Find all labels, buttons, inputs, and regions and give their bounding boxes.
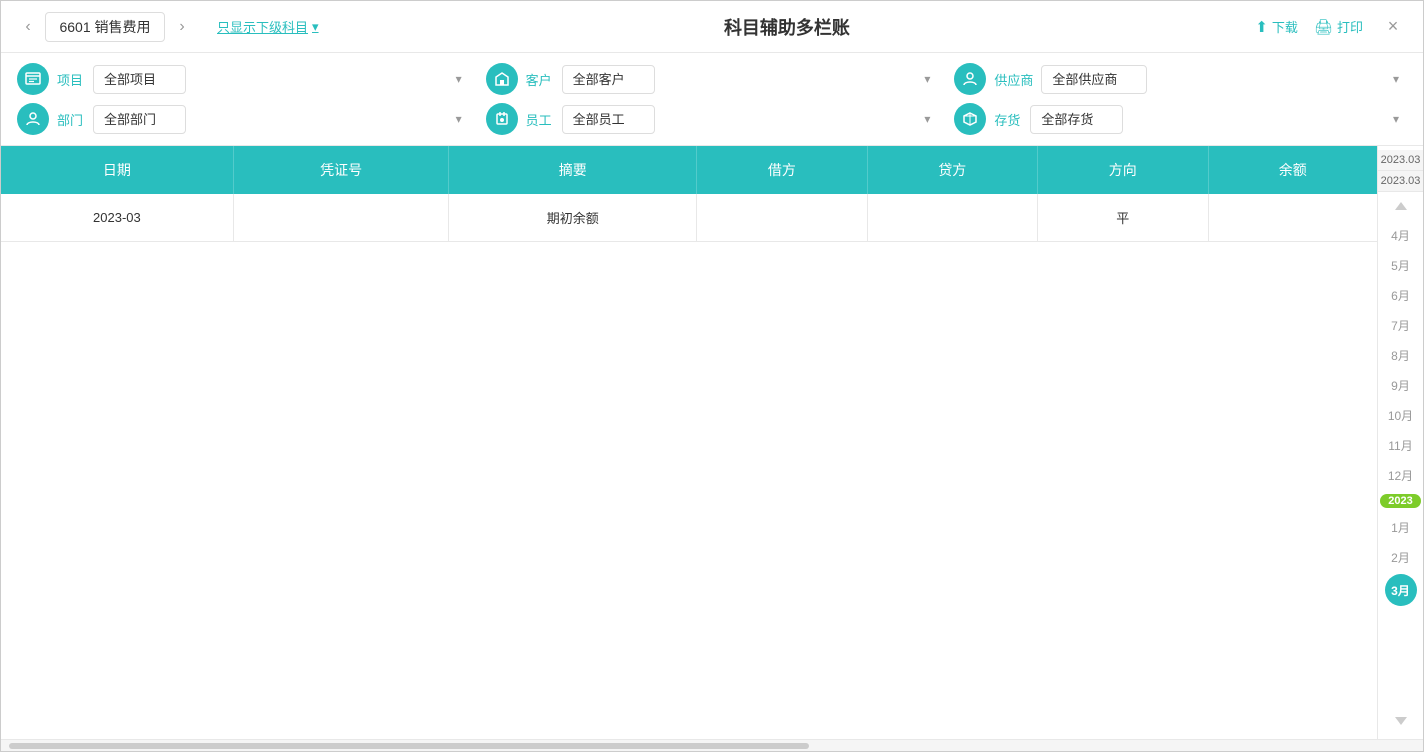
data-table: 日期 凭证号 摘要 借方 贷方 方向 余额 2023-03 期初余额 平 — [1, 146, 1377, 242]
col-voucher: 凭证号 — [233, 146, 449, 194]
filter-customer: 客户 全部客户 — [486, 63, 939, 95]
filter-inventory: 存货 全部存货 — [954, 103, 1407, 135]
filter-area: 项目 全部项目 客户 全部客户 — [1, 53, 1423, 146]
month-item[interactable]: 12月 — [1378, 460, 1423, 490]
month-item[interactable]: 2月 — [1378, 542, 1423, 572]
account-nav: ‹ 6601 销售费用 › — [17, 12, 193, 42]
project-select-wrap: 全部项目 — [93, 65, 470, 94]
table-header-row: 日期 凭证号 摘要 借方 贷方 方向 余额 — [1, 146, 1377, 194]
print-icon: 🖨 — [1314, 18, 1333, 36]
month-item-active[interactable]: 3月 — [1385, 574, 1417, 606]
month-item[interactable]: 9月 — [1378, 370, 1423, 400]
employee-icon — [486, 103, 518, 135]
inventory-icon — [954, 103, 986, 135]
month-item[interactable]: 8月 — [1378, 340, 1423, 370]
cell-balance — [1208, 194, 1377, 242]
chevron-down-icon: ▾ — [312, 19, 319, 35]
col-credit: 贷方 — [867, 146, 1037, 194]
dept-select[interactable]: 全部部门 — [93, 105, 186, 134]
sidebar-scroll-down[interactable] — [1383, 707, 1419, 735]
month-item[interactable]: 4月 — [1378, 220, 1423, 250]
employee-select-wrap: 全部员工 — [562, 105, 939, 134]
download-button[interactable]: ⬆ 下载 — [1255, 17, 1298, 36]
employee-select[interactable]: 全部员工 — [562, 105, 655, 134]
top-actions: ⬆ 下载 🖨 打印 — [1255, 17, 1363, 36]
cell-credit — [867, 194, 1037, 242]
month-item[interactable]: 6月 — [1378, 280, 1423, 310]
account-code-label: 6601 销售费用 — [45, 12, 165, 42]
sidebar-scroll-up[interactable] — [1383, 192, 1419, 220]
supplier-label: 供应商 — [994, 70, 1033, 89]
inventory-select[interactable]: 全部存货 — [1030, 105, 1123, 134]
cell-voucher — [233, 194, 449, 242]
sidebar-header-2[interactable]: 2023.03 — [1378, 171, 1423, 192]
customer-select[interactable]: 全部客户 — [562, 65, 655, 94]
project-icon — [17, 63, 49, 95]
show-sub-select[interactable]: 只显示下级科目 ▾ — [217, 17, 319, 36]
cell-direction: 平 — [1038, 194, 1208, 242]
table-row[interactable]: 2023-03 期初余额 平 — [1, 194, 1377, 242]
supplier-icon — [954, 63, 986, 95]
filter-row-2: 部门 全部部门 员工 — [17, 103, 1407, 135]
cell-date: 2023-03 — [1, 194, 233, 242]
prev-account-button[interactable]: ‹ — [17, 16, 39, 38]
supplier-select[interactable]: 全部供应商 — [1041, 65, 1147, 94]
dept-label: 部门 — [57, 110, 85, 129]
dept-icon — [17, 103, 49, 135]
download-label: 下载 — [1272, 17, 1298, 36]
print-button[interactable]: 🖨 打印 — [1314, 17, 1363, 36]
dept-select-wrap: 全部部门 — [93, 105, 470, 134]
close-button[interactable]: × — [1379, 13, 1407, 41]
show-sub-label: 只显示下级科目 — [217, 17, 308, 36]
month-list: 4月5月6月7月8月9月10月11月12月 2023 1月2月3月 — [1378, 220, 1423, 707]
print-label: 打印 — [1337, 17, 1363, 36]
month-item[interactable]: 1月 — [1378, 512, 1423, 542]
project-select[interactable]: 全部项目 — [93, 65, 186, 94]
col-summary: 摘要 — [449, 146, 697, 194]
top-bar: ‹ 6601 销售费用 › 只显示下级科目 ▾ 科目辅助多栏账 ⬆ 下载 🖨 打… — [1, 1, 1423, 53]
employee-label: 员工 — [526, 110, 554, 129]
inventory-label: 存货 — [994, 110, 1022, 129]
filter-project: 项目 全部项目 — [17, 63, 470, 95]
right-sidebar: 2023.03 2023.03 4月5月6月7月8月9月10月11月12月 202… — [1377, 146, 1423, 739]
customer-icon — [486, 63, 518, 95]
month-item[interactable]: 5月 — [1378, 250, 1423, 280]
filter-supplier: 供应商 全部供应商 — [954, 63, 1407, 95]
project-label: 项目 — [57, 70, 85, 89]
filter-dept: 部门 全部部门 — [17, 103, 470, 135]
month-item[interactable]: 10月 — [1378, 400, 1423, 430]
month-item[interactable]: 7月 — [1378, 310, 1423, 340]
filter-row-1: 项目 全部项目 客户 全部客户 — [17, 63, 1407, 95]
customer-select-wrap: 全部客户 — [562, 65, 939, 94]
table-area[interactable]: 日期 凭证号 摘要 借方 贷方 方向 余额 2023-03 期初余额 平 — [1, 146, 1377, 739]
customer-label: 客户 — [526, 70, 554, 89]
month-item[interactable]: 11月 — [1378, 430, 1423, 460]
cell-summary: 期初余额 — [449, 194, 697, 242]
supplier-select-wrap: 全部供应商 — [1041, 65, 1407, 94]
next-account-button[interactable]: › — [171, 16, 193, 38]
main-window: ‹ 6601 销售费用 › 只显示下级科目 ▾ 科目辅助多栏账 ⬆ 下载 🖨 打… — [0, 0, 1424, 752]
page-title: 科目辅助多栏账 — [335, 14, 1240, 40]
filter-employee: 员工 全部员工 — [486, 103, 939, 135]
main-content: 日期 凭证号 摘要 借方 贷方 方向 余额 2023-03 期初余额 平 2023.… — [1, 146, 1423, 739]
col-date: 日期 — [1, 146, 233, 194]
horizontal-scrollbar[interactable] — [1, 739, 1423, 751]
scrollbar-thumb[interactable] — [9, 743, 809, 749]
cell-debit — [697, 194, 867, 242]
sidebar-header-1[interactable]: 2023.03 — [1378, 150, 1423, 171]
inventory-select-wrap: 全部存货 — [1030, 105, 1407, 134]
col-debit: 借方 — [697, 146, 867, 194]
col-direction: 方向 — [1038, 146, 1208, 194]
year-badge[interactable]: 2023 — [1380, 494, 1420, 508]
download-icon: ⬆ — [1255, 18, 1268, 36]
col-balance: 余额 — [1208, 146, 1377, 194]
